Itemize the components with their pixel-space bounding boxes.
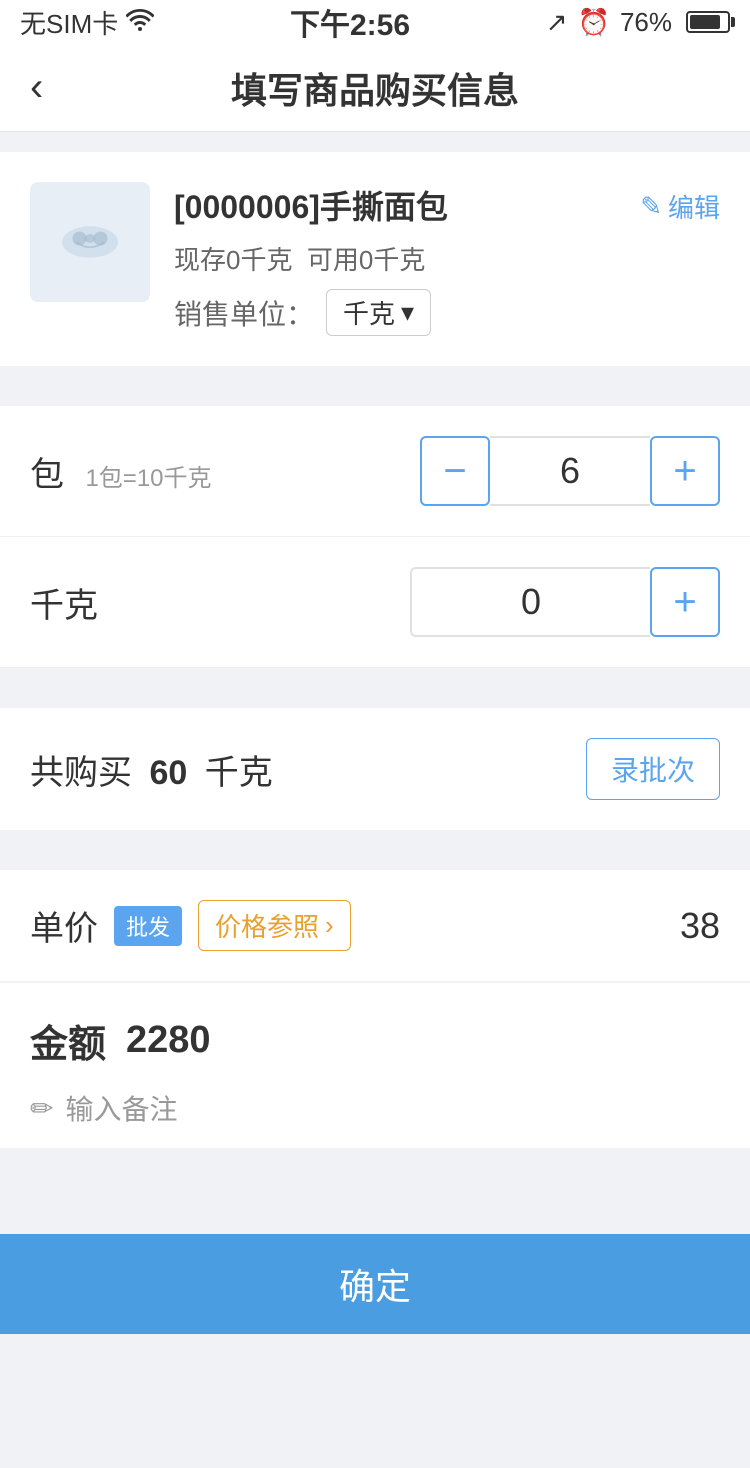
price-label: 单价 bbox=[30, 901, 98, 950]
remark-row[interactable]: ✏ 输入备注 bbox=[30, 1088, 720, 1128]
pack-controls: − + bbox=[420, 436, 720, 506]
summary-row: 共购买 60 千克 录批次 bbox=[0, 708, 750, 830]
product-stock: 现存0千克 可用0千克 bbox=[174, 240, 720, 277]
product-unit-row: 销售单位： 千克 ▾ bbox=[174, 289, 720, 336]
unit-select[interactable]: 千克 ▾ bbox=[326, 289, 431, 336]
signal-label: 无SIM卡 bbox=[20, 4, 118, 41]
status-time: 下午2:56 bbox=[290, 0, 410, 44]
summary-section: 共购买 60 千克 录批次 bbox=[0, 708, 750, 830]
remark-placeholder: 输入备注 bbox=[65, 1088, 177, 1128]
location-icon: ↗ bbox=[546, 7, 568, 38]
product-name: [0000006]手撕面包 bbox=[174, 182, 720, 228]
amount-label: 金额 bbox=[30, 1013, 106, 1068]
unit-dropdown-icon: ▾ bbox=[401, 297, 414, 328]
kg-quantity-row: 千克 + bbox=[0, 537, 750, 668]
pack-minus-button[interactable]: − bbox=[420, 436, 490, 506]
product-card: ✎ 编辑 [0000006]手撕面包 现存0千克 可用0千克 销售单位： bbox=[0, 152, 750, 366]
status-bar: 无SIM卡 下午2:56 ↗ ⏰ 76% bbox=[0, 0, 750, 44]
pack-label: 包 1包=10千克 bbox=[30, 447, 420, 496]
nav-bar: ‹ 填写商品购买信息 bbox=[0, 44, 750, 132]
divider-1 bbox=[0, 366, 750, 386]
edit-button[interactable]: ✎ 编辑 bbox=[640, 188, 720, 225]
remark-icon: ✏ bbox=[30, 1092, 53, 1125]
confirm-button[interactable]: 确定 bbox=[339, 1258, 411, 1310]
amount-value: 2280 bbox=[126, 1019, 211, 1062]
edit-icon: ✎ bbox=[640, 191, 662, 222]
product-info: [0000006]手撕面包 现存0千克 可用0千克 销售单位： 千克 ▾ bbox=[174, 182, 720, 336]
divider-3 bbox=[0, 830, 750, 850]
batch-button[interactable]: 录批次 bbox=[586, 738, 720, 800]
back-button[interactable]: ‹ bbox=[30, 65, 43, 110]
unit-label: 销售单位： bbox=[174, 293, 314, 333]
kg-plus-button[interactable]: + bbox=[650, 567, 720, 637]
unit-value: 千克 bbox=[343, 294, 395, 331]
pack-sublabel: 1包=10千克 bbox=[85, 465, 211, 492]
pack-quantity-input[interactable] bbox=[490, 436, 650, 506]
confirm-bar[interactable]: 确定 bbox=[0, 1234, 750, 1334]
price-ref-icon: › bbox=[325, 910, 334, 941]
battery-icon bbox=[686, 11, 730, 33]
price-ref-label: 价格参照 bbox=[215, 907, 319, 944]
price-section: 单价 批发 价格参照 › 38 bbox=[0, 870, 750, 981]
price-row: 单价 批发 价格参照 › 38 bbox=[30, 900, 720, 951]
pack-quantity-section: 包 1包=10千克 − + 千克 + bbox=[0, 406, 750, 668]
summary-text: 共购买 60 千克 bbox=[30, 745, 586, 794]
status-right: ↗ ⏰ 76% bbox=[546, 7, 730, 38]
divider-2 bbox=[0, 668, 750, 688]
amount-row: 金额 2280 bbox=[30, 1013, 720, 1068]
page-title: 填写商品购买信息 bbox=[231, 62, 519, 114]
price-value: 38 bbox=[680, 905, 720, 947]
battery-percent: 76% bbox=[620, 7, 672, 38]
amount-section: 金额 2280 ✏ 输入备注 bbox=[0, 983, 750, 1148]
kg-controls: + bbox=[410, 567, 720, 637]
product-image bbox=[30, 182, 150, 302]
price-tag: 批发 bbox=[114, 906, 182, 946]
pack-quantity-row: 包 1包=10千克 − + bbox=[0, 406, 750, 537]
kg-quantity-input[interactable] bbox=[410, 567, 650, 637]
kg-label: 千克 bbox=[30, 578, 410, 627]
summary-amount: 60 bbox=[149, 754, 187, 792]
alarm-icon: ⏰ bbox=[578, 7, 610, 38]
edit-label: 编辑 bbox=[668, 188, 720, 225]
price-ref-button[interactable]: 价格参照 › bbox=[198, 900, 351, 951]
status-left: 无SIM卡 bbox=[20, 4, 154, 41]
wifi-icon bbox=[126, 7, 154, 38]
pack-plus-button[interactable]: + bbox=[650, 436, 720, 506]
